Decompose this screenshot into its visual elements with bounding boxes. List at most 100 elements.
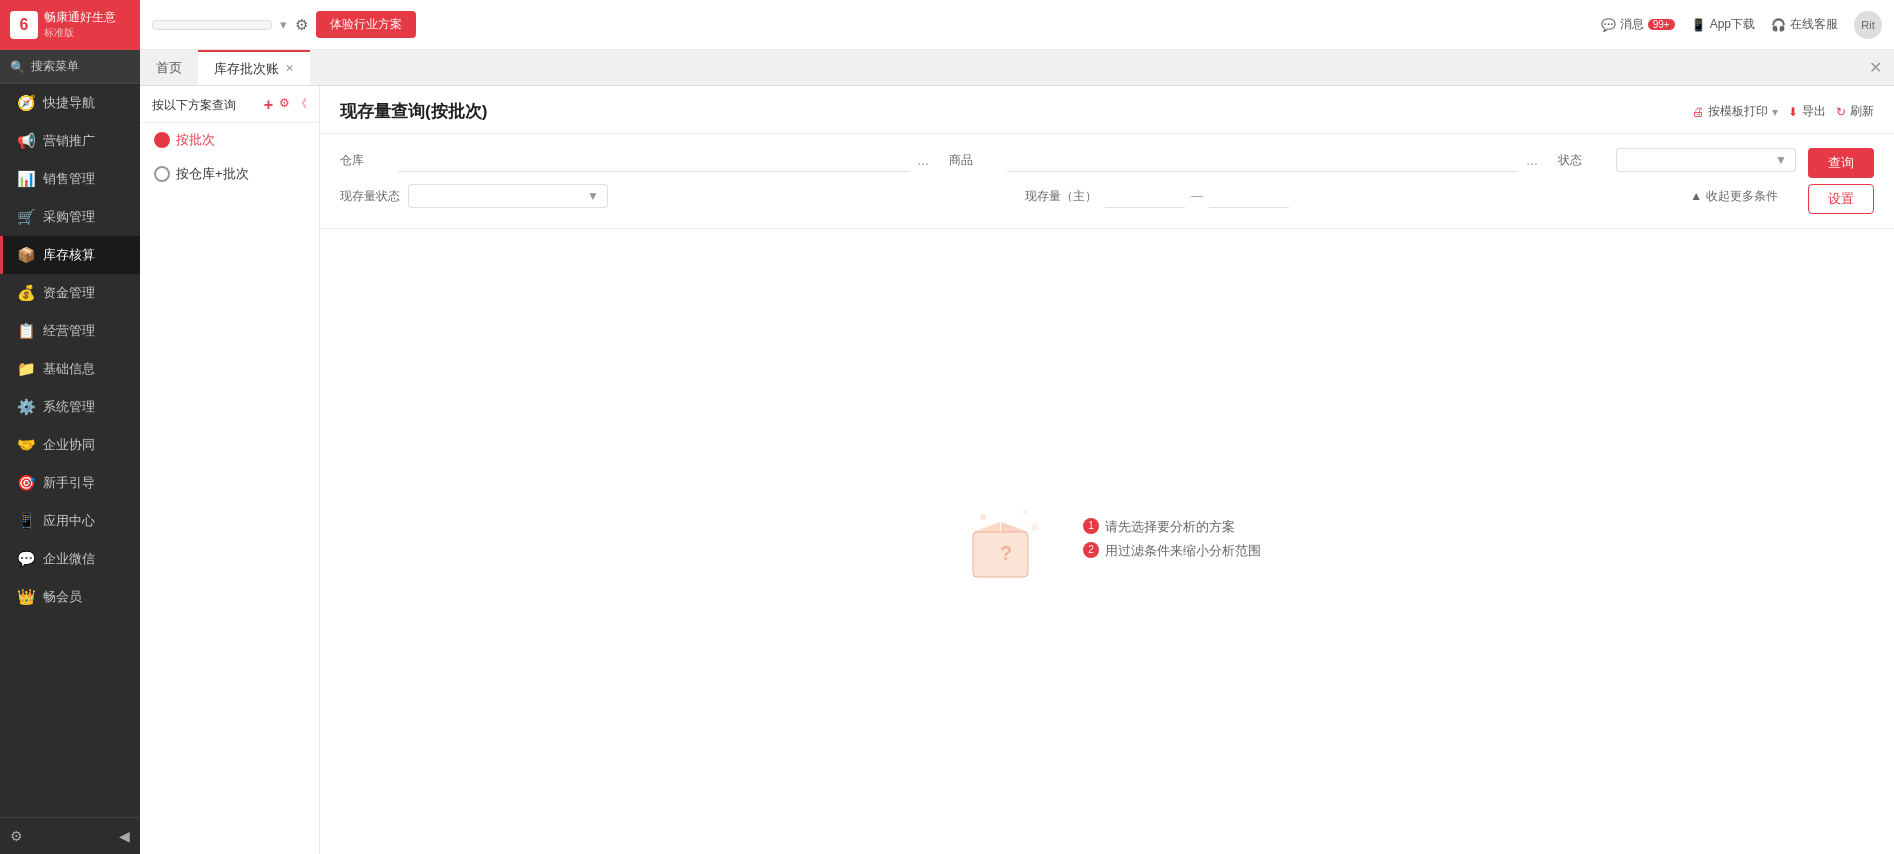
left-panel-header: 按以下方案查询 + ⚙ 《 [140,86,319,123]
collapse-left-button[interactable]: 《 [296,96,307,114]
sidebar-item-finance[interactable]: 💰 资金管理 [0,274,140,312]
export-icon: ⬇ [1788,105,1798,119]
tab-batch-account[interactable]: 库存批次账 ✕ [198,50,310,85]
sidebar-item-enterprise[interactable]: 🤝 企业协同 [0,426,140,464]
export-button[interactable]: ⬇ 导出 [1788,103,1826,120]
print-button[interactable]: 🖨 按模板打印 ▾ [1692,103,1778,120]
warehouse-input[interactable] [398,149,909,172]
svg-point-7 [1031,523,1039,531]
app-edition: 标准版 [44,26,116,40]
hint-2-number: 2 [1083,542,1099,558]
inventory-status-filter: 现存量状态 ▼ [340,184,985,208]
tabs-bar: 首页 库存批次账 ✕ ✕ [140,50,1894,86]
sidebar-footer: ⚙ ◀ [0,817,140,854]
scheme-item-by-batch[interactable]: 按批次 [140,123,319,157]
sidebar-item-newbie[interactable]: 🎯 新手引导 [0,464,140,502]
refresh-icon: ↻ [1836,105,1846,119]
empty-hints: 1 请先选择要分析的方案 2 用过滤条件来缩小分析范围 [1083,518,1261,566]
empty-illustration: ? [953,492,1053,592]
inventory-status-arrow-icon: ▼ [587,189,599,203]
qty-max-input[interactable] [1209,185,1289,208]
phone-icon: 📱 [1691,18,1706,32]
warehouse-filter: 仓库 ... [340,149,929,172]
inventory-icon: 📦 [17,246,35,264]
hint-1-number: 1 [1083,518,1099,534]
qty-min-input[interactable] [1105,185,1185,208]
sidebar-item-inventory[interactable]: 📦 库存核算 [0,236,140,274]
status-arrow-icon: ▼ [1775,153,1787,167]
inventory-status-select[interactable]: ▼ [408,184,608,208]
warehouse-more-button[interactable]: ... [917,152,929,168]
svg-point-6 [1023,510,1027,514]
empty-hint-2: 2 用过滤条件来缩小分析范围 [1083,542,1261,560]
headset-icon: 🎧 [1771,18,1786,32]
basic-icon: 📁 [17,360,35,378]
wechat-icon: 💬 [17,550,35,568]
message-button[interactable]: 💬 消息 99+ [1601,16,1675,33]
online-service-button[interactable]: 🎧 在线客服 [1771,16,1838,33]
search-label: 搜索菜单 [31,58,79,75]
status-select[interactable]: ▼ [1616,148,1796,172]
app-download-button[interactable]: 📱 App下载 [1691,16,1755,33]
sidebar-item-vip[interactable]: 👑 畅会员 [0,578,140,616]
business-icon: 📋 [17,322,35,340]
svg-point-5 [980,514,986,520]
tab-home[interactable]: 首页 [140,50,198,85]
left-panel: 按以下方案查询 + ⚙ 《 按批次 按仓库+批次 [140,86,320,854]
status-filter: 状态 ▼ [1558,148,1778,172]
avatar: Rit [1854,11,1882,39]
tab-close-button[interactable]: ✕ [285,62,294,75]
purchase-icon: 🛒 [17,208,35,226]
warehouse-label: 仓库 [340,152,390,169]
sidebar-settings-button[interactable]: ⚙ [10,828,23,844]
sidebar-collapse-button[interactable]: ◀ [119,828,130,844]
add-scheme-button[interactable]: + [264,96,273,114]
hint-1-text: 请先选择要分析的方案 [1105,518,1235,536]
message-badge: 99+ [1648,19,1675,30]
quick-nav-icon: 🧭 [17,94,35,112]
filter-row-1: 仓库 ... 商品 ... 状态 [340,148,1778,172]
sidebar-item-wechat[interactable]: 💬 企业微信 [0,540,140,578]
product-more-button[interactable]: ... [1526,152,1538,168]
trial-button[interactable]: 体验行业方案 [316,11,416,38]
collapse-filters-button[interactable]: ▲ 收起更多条件 [1690,188,1778,205]
topbar-search-box[interactable] [152,20,272,30]
sidebar-item-app-center[interactable]: 📱 应用中心 [0,502,140,540]
app-center-icon: 📱 [17,512,35,530]
left-panel-title: 按以下方案查询 [152,97,236,114]
right-panel: 现存量查询(按批次) 🖨 按模板打印 ▾ ⬇ 导出 ↻ 刷新 [320,86,1894,854]
user-profile[interactable]: Rit [1854,11,1882,39]
active-scheme-icon [154,132,170,148]
hint-2-text: 用过滤条件来缩小分析范围 [1105,542,1261,560]
print-dropdown-icon[interactable]: ▾ [1772,105,1778,119]
sidebar-item-business[interactable]: 📋 经营管理 [0,312,140,350]
sidebar-item-system[interactable]: ⚙️ 系统管理 [0,388,140,426]
filter-row-2: 现存量状态 ▼ 现存量（主） — [340,184,1778,208]
query-button[interactable]: 查询 [1808,148,1874,178]
main-content: ▾ ⚙ 体验行业方案 💬 消息 99+ 📱 App下载 🎧 在线客服 Rit [140,0,1894,854]
left-panel-actions: + ⚙ 《 [264,96,307,114]
refresh-button[interactable]: ↻ 刷新 [1836,103,1874,120]
filter-buttons: 查询 设置 [1798,148,1874,214]
product-input[interactable] [1007,149,1518,172]
tab-bar-close-button[interactable]: ✕ [1869,58,1894,77]
svg-text:?: ? [1000,542,1012,564]
scheme-settings-icon[interactable]: ⚙ [279,96,290,114]
sidebar-item-basic[interactable]: 📁 基础信息 [0,350,140,388]
sidebar-item-quick-nav[interactable]: 🧭 快捷导航 [0,84,140,122]
topbar-gear-icon[interactable]: ⚙ [295,16,308,34]
empty-hint-1: 1 请先选择要分析的方案 [1083,518,1261,536]
chevron-down-icon[interactable]: ▾ [280,17,287,32]
sidebar: 6 畅康通好生意 标准版 🔍 搜索菜单 🧭 快捷导航 📢 营销推广 📊 销售管理… [0,0,140,854]
scheme-item-by-warehouse-batch[interactable]: 按仓库+批次 [140,157,319,191]
sidebar-item-sales[interactable]: 📊 销售管理 [0,160,140,198]
sidebar-search[interactable]: 🔍 搜索菜单 [0,50,140,84]
settings-button[interactable]: 设置 [1808,184,1874,214]
product-label: 商品 [949,152,999,169]
sidebar-item-marketing[interactable]: 📢 营销推广 [0,122,140,160]
sidebar-item-purchase[interactable]: 🛒 采购管理 [0,198,140,236]
current-qty-label: 现存量（主） [1025,188,1097,205]
content-area: 按以下方案查询 + ⚙ 《 按批次 按仓库+批次 现存量查询(按批次) [140,86,1894,854]
app-logo: 6 [10,11,38,39]
finance-icon: 💰 [17,284,35,302]
